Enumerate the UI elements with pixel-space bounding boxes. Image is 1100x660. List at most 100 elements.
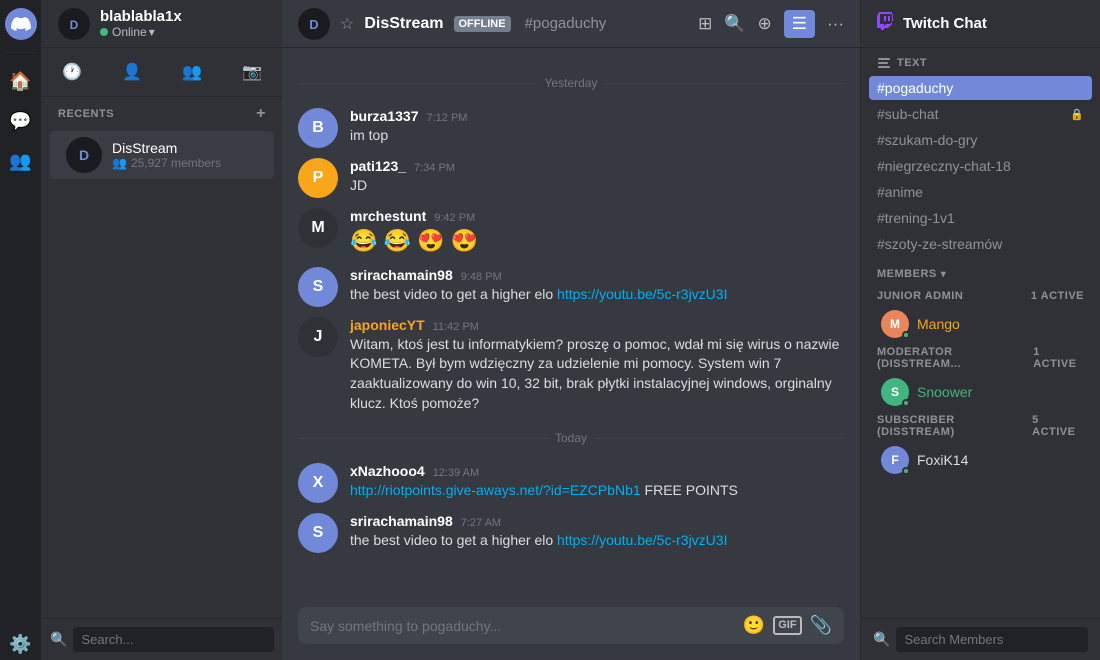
more-icon[interactable]: ··· [827,14,844,34]
lock-icon: 🔒 [1070,108,1084,121]
msg-text: http://riotpoints.give-aways.net/?id=EZC… [350,481,844,501]
channel-niegrzeczny[interactable]: #niegrzeczny-chat-18 [869,154,1092,178]
member-name-foxik14: FoxiK14 [917,452,968,468]
member-mango[interactable]: M Mango [865,306,1096,342]
discord-icon[interactable] [5,8,37,40]
member-foxik14[interactable]: F FoxiK14 [865,442,1096,478]
home-icon[interactable]: 🏠 [5,65,37,97]
channel-sub-chat[interactable]: #sub-chat 🔒 [869,102,1092,126]
message-mrchestunt: M mrchestunt 9:42 PM 😂 😂 😍 😍 [298,204,844,261]
member-snoower[interactable]: S Snoower [865,374,1096,410]
video-icon[interactable]: 📷 [236,56,268,88]
text-section-label: TEXT [897,57,927,69]
friends-icon[interactable]: 👥 [5,145,37,177]
message-pati123: P pati123_ 7:34 PM JD [298,154,844,202]
menu-icon[interactable]: ☰ [784,10,815,38]
right-panel: Twitch Chat TEXT #pogaduchy #sub-chat 🔒 … [860,0,1100,660]
online-indicator [100,28,108,36]
twitch-chat-header: Twitch Chat [861,0,1100,48]
junior-admin-count: 1 Active [1031,290,1084,302]
msg-link[interactable]: https://youtu.be/5c-r3jvzU3I [557,532,727,548]
add-channel-button[interactable]: + [256,105,266,123]
member-name-mango: Mango [917,316,960,332]
msg-link[interactable]: https://youtu.be/5c-r3jvzU3I [557,286,727,302]
online-dot [902,467,910,475]
online-dot [902,399,910,407]
message-xNazhooo4: X xNazhooo4 12:39 AM http://riotpoints.g… [298,459,844,507]
sidebar-bottom: 🔍 [42,618,282,660]
channel-trening[interactable]: #trening-1v1 [869,206,1092,230]
msg-timestamp: 9:48 PM [461,271,502,283]
channel-item-name: DisStream [112,140,221,156]
date-divider-today: Today [298,431,844,445]
channel-item-meta: 👥 25,927 members [112,156,221,170]
friends-tab-icon[interactable]: 👤 [116,56,148,88]
search-header-icon[interactable]: 🔍 [724,14,745,34]
channel-szukam-do-gry[interactable]: #szukam-do-gry [869,128,1092,152]
msg-link[interactable]: http://riotpoints.give-aways.net/?id=EZC… [350,482,641,498]
online-dot [902,331,910,339]
chat-input[interactable] [310,618,735,634]
moderator-count: 1 Active [1033,346,1084,370]
add-friend-icon[interactable]: 👥 [176,56,208,88]
msg-author: pati123_ [350,158,406,174]
recents-header: RECENTS + [42,97,282,131]
msg-timestamp: 7:34 PM [414,162,455,174]
recents-label: RECENTS [58,108,114,120]
attachment-icon[interactable]: 📎 [810,615,832,636]
msg-text: JD [350,176,844,196]
icon-sidebar: 🏠 💬 👥 ⚙️ [0,0,42,660]
msg-author: xNazhooo4 [350,463,425,479]
favorite-icon[interactable]: ☆ [340,14,354,34]
gif-button[interactable]: GIF [773,616,801,635]
message-srirachamain98-yesterday: S srirachamain98 9:48 PM the best video … [298,263,844,311]
msg-author: mrchestunt [350,208,426,224]
server-icon-small: D [298,8,330,40]
avatar-mango: M [881,310,909,338]
msg-text: the best video to get a higher elo https… [350,531,844,551]
svg-text:D: D [70,18,79,32]
search-icon: 🔍 [50,631,67,648]
settings-icon[interactable]: ⚙️ [5,628,37,660]
date-divider-yesterday: Yesterday [298,76,844,90]
emoji-icon[interactable]: 🙂 [743,615,765,636]
chat-header: D ☆ DisStream OFFLINE #pogaduchy ⊞ 🔍 ⊕ ☰… [282,0,860,48]
msg-text: im top [350,126,844,146]
text-section-header: TEXT [861,48,1100,74]
msg-timestamp: 9:42 PM [434,212,475,224]
avatar-foxik14: F [881,446,909,474]
msg-timestamp: 7:27 AM [461,517,501,529]
msg-timestamp: 7:12 PM [426,112,467,124]
avatar-snoower: S [881,378,909,406]
avatar-xNazhooo4: X [298,463,338,503]
channel-szoty[interactable]: #szoty-ze-streamów [869,232,1092,256]
server-name: blablabla1x [100,8,182,25]
sidebar-search-input[interactable] [73,627,274,652]
members-search-icon: 🔍 [873,631,890,648]
member-group-subscriber: SUBSCRIBER (DISSTREAM) 5 Active [861,410,1100,442]
main-chat: D ☆ DisStream OFFLINE #pogaduchy ⊞ 🔍 ⊕ ☰… [282,0,860,660]
server-header-name: DisStream [364,15,443,33]
message-burza1337: B burza1337 7:12 PM im top [298,104,844,152]
msg-author: japoniecYT [350,317,425,333]
channel-anime[interactable]: #anime [869,180,1092,204]
chat-icon[interactable]: 💬 [5,105,37,137]
grid-icon[interactable]: ⊞ [698,14,712,34]
layers-icon[interactable]: ⊕ [758,14,772,34]
server-header[interactable]: D blablabla1x Online ▾ [42,0,282,48]
recent-icon[interactable]: 🕐 [56,56,88,88]
msg-author: srirachamain98 [350,513,453,529]
member-group-junior-admin: JUNIOR ADMIN 1 Active [861,286,1100,306]
channel-list: D DisStream 👥 25,927 members [42,131,282,179]
svg-text:D: D [79,147,89,163]
members-search-input[interactable] [896,627,1088,652]
channel-sidebar: D blablabla1x Online ▾ 🕐 👤 👥 📷 RECENTS + [42,0,282,660]
chat-input-area: 🙂 GIF 📎 [282,607,860,660]
msg-text: the best video to get a higher elo https… [350,285,844,305]
channel-item-disstream[interactable]: D DisStream 👥 25,927 members [50,131,274,179]
channel-pogaduchy[interactable]: #pogaduchy [869,76,1092,100]
members-header: MEMBERS ▾ [861,258,1100,286]
msg-timestamp: 11:42 PM [433,321,479,333]
members-arrow: ▾ [941,269,947,280]
status-row: Online ▾ [100,25,182,39]
